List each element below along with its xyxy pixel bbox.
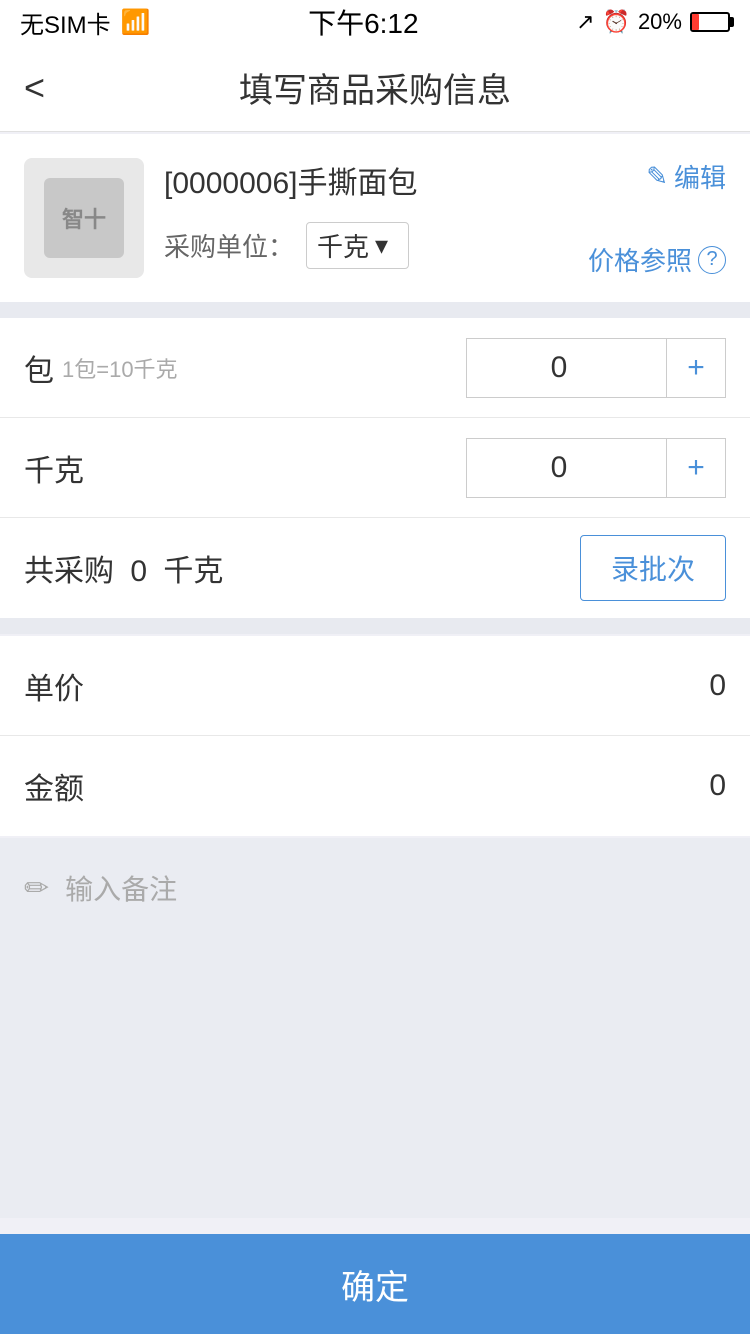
kg-plus-button[interactable]: + <box>666 438 726 498</box>
battery-fill <box>692 14 699 30</box>
info-icon: ? <box>698 246 726 274</box>
alarm-icon: ⏰ <box>603 9 630 35</box>
pencil-icon: ✏ <box>24 871 49 906</box>
back-button[interactable]: < <box>24 67 45 109</box>
total-unit: 千克 <box>163 555 223 588</box>
total-value: 0 <box>130 555 147 588</box>
product-name: [0000006]手撕面包 <box>164 158 726 202</box>
status-left: 无SIM卡 📶 <box>20 5 151 40</box>
pricing-section: 单价 0 金额 0 <box>0 636 750 836</box>
unit-price-row: 单价 0 <box>0 636 750 736</box>
status-time: 下午6:12 <box>308 2 419 42</box>
kg-quantity-input[interactable] <box>466 438 666 498</box>
wifi-icon: 📶 <box>121 8 151 37</box>
note-placeholder: 输入备注 <box>65 868 177 908</box>
bag-label: 包 1包=10千克 <box>24 346 466 390</box>
kg-input-ctrl: + <box>466 438 726 498</box>
product-thumbnail: 智十 <box>24 158 144 278</box>
section-divider-1 <box>0 302 750 318</box>
unit-price-value: 0 <box>709 669 726 703</box>
total-label: 共采购 0 千克 <box>24 546 223 590</box>
kg-input-row: 千克 + <box>0 418 750 518</box>
bag-input-row: 包 1包=10千克 + <box>0 318 750 418</box>
unit-price-label: 单价 <box>24 664 84 708</box>
input-section: 包 1包=10千克 + 千克 + <box>0 318 750 518</box>
status-bar: 无SIM卡 📶 下午6:12 ↗ ⏰ 20% <box>0 0 750 44</box>
bag-plus-button[interactable]: + <box>666 338 726 398</box>
unit-value: 千克 <box>317 227 369 264</box>
record-batch-button[interactable]: 录批次 <box>580 535 726 601</box>
amount-row: 金额 0 <box>0 736 750 836</box>
amount-value: 0 <box>709 769 726 803</box>
bag-sublabel: 1包=10千克 <box>62 352 178 384</box>
edit-button[interactable]: ✎ 编辑 <box>646 158 726 195</box>
price-reference-button[interactable]: 价格参照 ? <box>588 241 726 278</box>
back-icon: < <box>24 67 45 108</box>
amount-label: 金额 <box>24 764 84 808</box>
edit-icon: ✎ <box>646 161 668 192</box>
chevron-down-icon: ▾ <box>375 230 388 261</box>
product-thumb-label: 智十 <box>44 178 124 258</box>
status-right: ↗ ⏰ 20% <box>576 9 730 35</box>
note-section[interactable]: ✏ 输入备注 <box>0 838 750 938</box>
unit-label: 采购单位： <box>164 227 294 264</box>
unit-dropdown[interactable]: 千克 ▾ <box>306 222 409 269</box>
battery-icon <box>690 12 730 32</box>
price-ref-label: 价格参照 <box>588 241 692 278</box>
bag-quantity-input[interactable] <box>466 338 666 398</box>
page-title: 填写商品采购信息 <box>239 63 511 112</box>
bag-input-ctrl: + <box>466 338 726 398</box>
location-icon: ↗ <box>576 9 594 35</box>
bag-label-text: 包 <box>24 346 54 390</box>
kg-label: 千克 <box>24 446 466 490</box>
section-divider-2 <box>0 618 750 634</box>
total-row: 共采购 0 千克 录批次 <box>0 518 750 618</box>
nav-bar: < 填写商品采购信息 <box>0 44 750 132</box>
battery-percent: 20% <box>638 9 682 35</box>
kg-label-text: 千克 <box>24 446 84 490</box>
product-card: 智十 [0000006]手撕面包 采购单位： 千克 ▾ ✎ 编辑 价格参照 ? <box>0 134 750 302</box>
edit-label: 编辑 <box>674 158 726 195</box>
content-spacer <box>0 938 750 1218</box>
carrier-label: 无SIM卡 <box>20 5 111 40</box>
total-prefix: 共采购 <box>24 555 114 588</box>
confirm-button[interactable]: 确定 <box>0 1234 750 1334</box>
